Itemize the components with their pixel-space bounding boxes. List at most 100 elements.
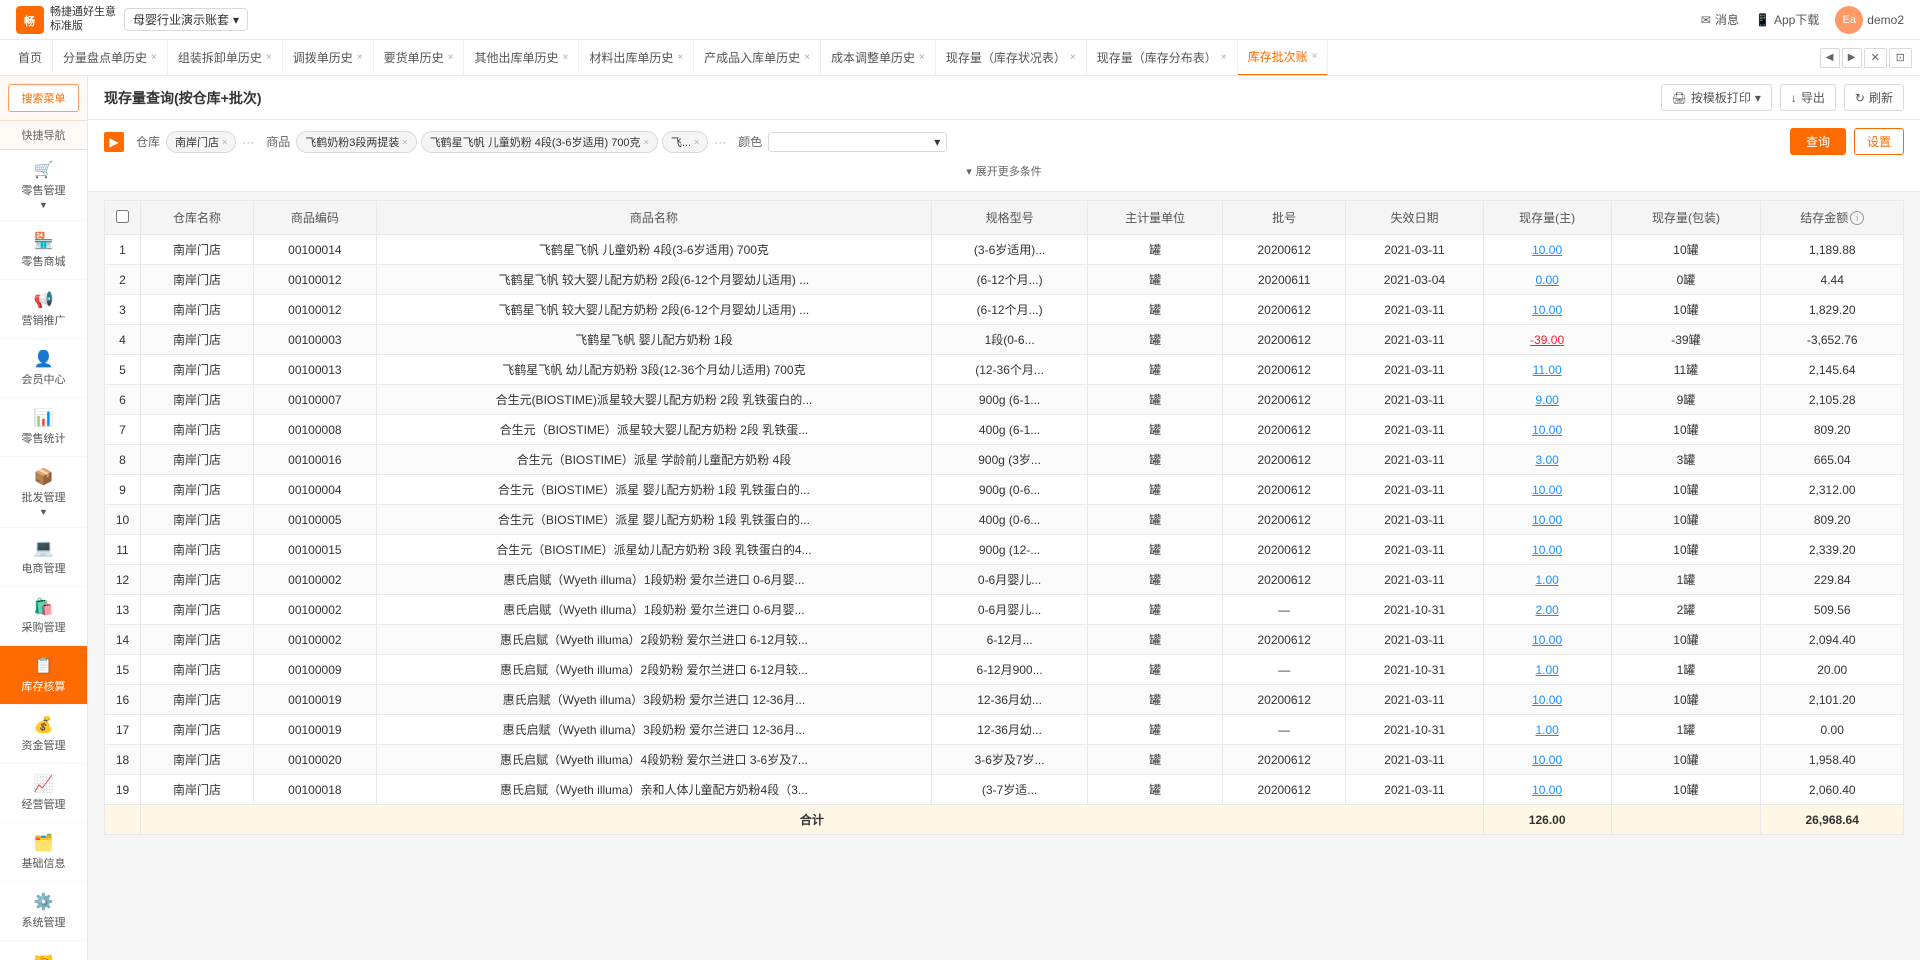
close-icon[interactable]: × [448,52,454,63]
close-icon[interactable]: × [677,52,683,63]
cell-warehouse: 南岸门店 [141,685,254,715]
close-icon[interactable]: × [222,137,227,147]
sidebar-item-marketing[interactable]: 📢 营销推广 [0,280,87,339]
tab-cailiao[interactable]: 材料出库单历史 × [579,40,694,76]
close-all-tabs-btn[interactable]: ✕ [1864,48,1887,68]
user-info[interactable]: Ea demo2 [1835,6,1904,34]
tab-xiancunl-kucun[interactable]: 现存量（库存状况表）× [936,40,1087,76]
tab-chenben[interactable]: 成本调整单历史 × [821,40,936,76]
cell-expiry: 2021-03-04 [1346,265,1484,295]
cell-name: 合生元（BIOSTIME）派星幼儿配方奶粉 3段 乳铁蛋白的4... [376,535,931,565]
tab-diaoboh[interactable]: 调拨单历史 × [283,40,374,76]
ecom-icon: 💻 [34,538,54,558]
message-label: 消息 [1715,11,1739,28]
sidebar-item-retail-shop[interactable]: 🏪 零售商城 [0,221,87,280]
sidebar-item-purchase[interactable]: 🛍️ 采购管理 [0,587,87,646]
tab-xiancunl-fenbuo[interactable]: 现存量（库存分布表）× [1087,40,1238,76]
close-icon[interactable]: × [644,137,649,147]
sidebar-item-basic-info[interactable]: 🗂️ 基础信息 [0,823,87,882]
cell-expiry: 2021-10-31 [1346,655,1484,685]
sidebar-item-ecom[interactable]: 💻 电商管理 [0,528,87,587]
tab-qitachuku[interactable]: 其他出库单历史 × [464,40,579,76]
sidebar-item-corp[interactable]: 🤝 企业协同 [0,941,87,960]
expand-more-btn[interactable]: ▾ 展开更多条件 [104,159,1904,183]
sidebar-item-finance[interactable]: 💰 资金管理 [0,705,87,764]
sidebar-item-inventory[interactable]: 📋 库存核算 [0,646,87,705]
tab-yaohuo[interactable]: 要货单历史 × [374,40,465,76]
close-icon[interactable]: × [266,52,272,63]
cell-no: 10 [105,505,141,535]
maximize-btn[interactable]: ⊡ [1889,48,1912,68]
prev-tab-btn[interactable]: ◀ [1820,48,1840,68]
info-icon[interactable]: i [1850,211,1864,225]
warehouse-tag-nanao[interactable]: 南岸门店 × [166,131,236,153]
product-more-btn[interactable]: ··· [714,135,726,149]
color-input[interactable]: ▾ [768,132,947,152]
print-btn[interactable]: 🖨 按模板打印 ▾ [1661,84,1772,111]
close-icon[interactable]: × [804,52,810,63]
next-tab-btn[interactable]: ▶ [1842,48,1862,68]
sidebar-item-retail-stat[interactable]: 📊 零售统计 [0,398,87,457]
cell-qty-main: 3.00 [1483,445,1611,475]
more-btn[interactable]: ··· [242,135,254,149]
sidebar-item-member[interactable]: 👤 会员中心 [0,339,87,398]
cell-unit: 罐 [1088,745,1223,775]
cell-no: 13 [105,595,141,625]
select-all-checkbox[interactable] [116,210,129,223]
top-bar-left: 畅 畅捷通好生意 标准版 母婴行业演示账套 ▾ [16,6,248,34]
close-icon[interactable]: × [402,137,407,147]
query-btn[interactable]: 查询 [1790,128,1846,155]
refresh-btn[interactable]: ↻ 刷新 [1844,84,1904,111]
search-menu-btn[interactable]: 搜索菜单 [8,84,79,112]
product-tag-more[interactable]: 飞... × [662,131,708,153]
close-icon[interactable]: × [1312,51,1318,62]
color-input-field[interactable] [775,135,930,149]
cell-qty-main: 1.00 [1483,715,1611,745]
message-btn[interactable]: ✉ 消息 [1701,11,1739,28]
product-tag-2[interactable]: 飞鹤星飞帆 儿童奶粉 4段(3-6岁适用) 700克 × [421,131,658,153]
cell-unit: 罐 [1088,235,1223,265]
cell-batch: 20200612 [1223,685,1346,715]
setting-btn[interactable]: 设置 [1854,128,1904,155]
retail-shop-icon: 🏪 [34,231,54,251]
cell-unit: 罐 [1088,265,1223,295]
close-icon[interactable]: × [1221,52,1227,63]
sidebar-item-retail-mgmt[interactable]: 🛒 零售管理 ▼ [0,150,87,221]
account-selector[interactable]: 母婴行业演示账套 ▾ [124,8,248,31]
cell-spec: 900g (12-... [932,535,1088,565]
tab-zuzhuang[interactable]: 组装拆卸单历史 × [168,40,283,76]
tab-chancheng[interactable]: 产成品入库单历史 × [694,40,821,76]
cell-unit: 罐 [1088,325,1223,355]
cell-warehouse: 南岸门店 [141,235,254,265]
table-row: 14 南岸门店 00100002 惠氏启赋（Wyeth illuma）2段奶粉 … [105,625,1904,655]
tab-pici[interactable]: 库存批次账 × [1238,40,1329,76]
expand-filter-btn[interactable]: ▶ [104,132,124,152]
top-bar: 畅 畅捷通好生意 标准版 母婴行业演示账套 ▾ ✉ 消息 📱 App下载 Ea … [0,0,1920,40]
tab-fenliang[interactable]: 分量盘点单历史 × [53,40,168,76]
close-icon[interactable]: × [151,52,157,63]
cell-name: 飞鹤星飞帆 幼儿配方奶粉 3段(12-36个月幼儿适用) 700克 [376,355,931,385]
cell-no: 15 [105,655,141,685]
close-icon[interactable]: × [694,137,699,147]
product-tag-1[interactable]: 飞鹤奶粉3段两提装 × [296,131,416,153]
cell-expiry: 2021-03-11 [1346,415,1484,445]
cell-batch: 20200612 [1223,235,1346,265]
export-btn[interactable]: ↓ 导出 [1780,84,1836,111]
sidebar-item-system[interactable]: ⚙️ 系统管理 [0,882,87,941]
top-bar-right: ✉ 消息 📱 App下载 Ea demo2 [1701,6,1904,34]
sidebar-item-wholesale[interactable]: 📦 批发管理 ▼ [0,457,87,528]
cell-expiry: 2021-03-11 [1346,475,1484,505]
user-name: demo2 [1867,13,1904,27]
cell-spec: 400g (6-1... [932,415,1088,445]
sidebar-item-operation[interactable]: 📈 经营管理 [0,764,87,823]
table-row: 9 南岸门店 00100004 合生元（BIOSTIME）派星 婴儿配方奶粉 1… [105,475,1904,505]
close-icon[interactable]: × [357,52,363,63]
cell-amount: 1,189.88 [1761,235,1904,265]
close-icon[interactable]: × [919,52,925,63]
close-icon[interactable]: × [562,52,568,63]
cell-no: 17 [105,715,141,745]
tab-home[interactable]: 首页 [8,40,53,76]
close-icon[interactable]: × [1070,52,1076,63]
quick-nav-btn[interactable]: 快捷导航 [0,121,87,150]
app-download-btn[interactable]: 📱 App下载 [1755,11,1819,28]
